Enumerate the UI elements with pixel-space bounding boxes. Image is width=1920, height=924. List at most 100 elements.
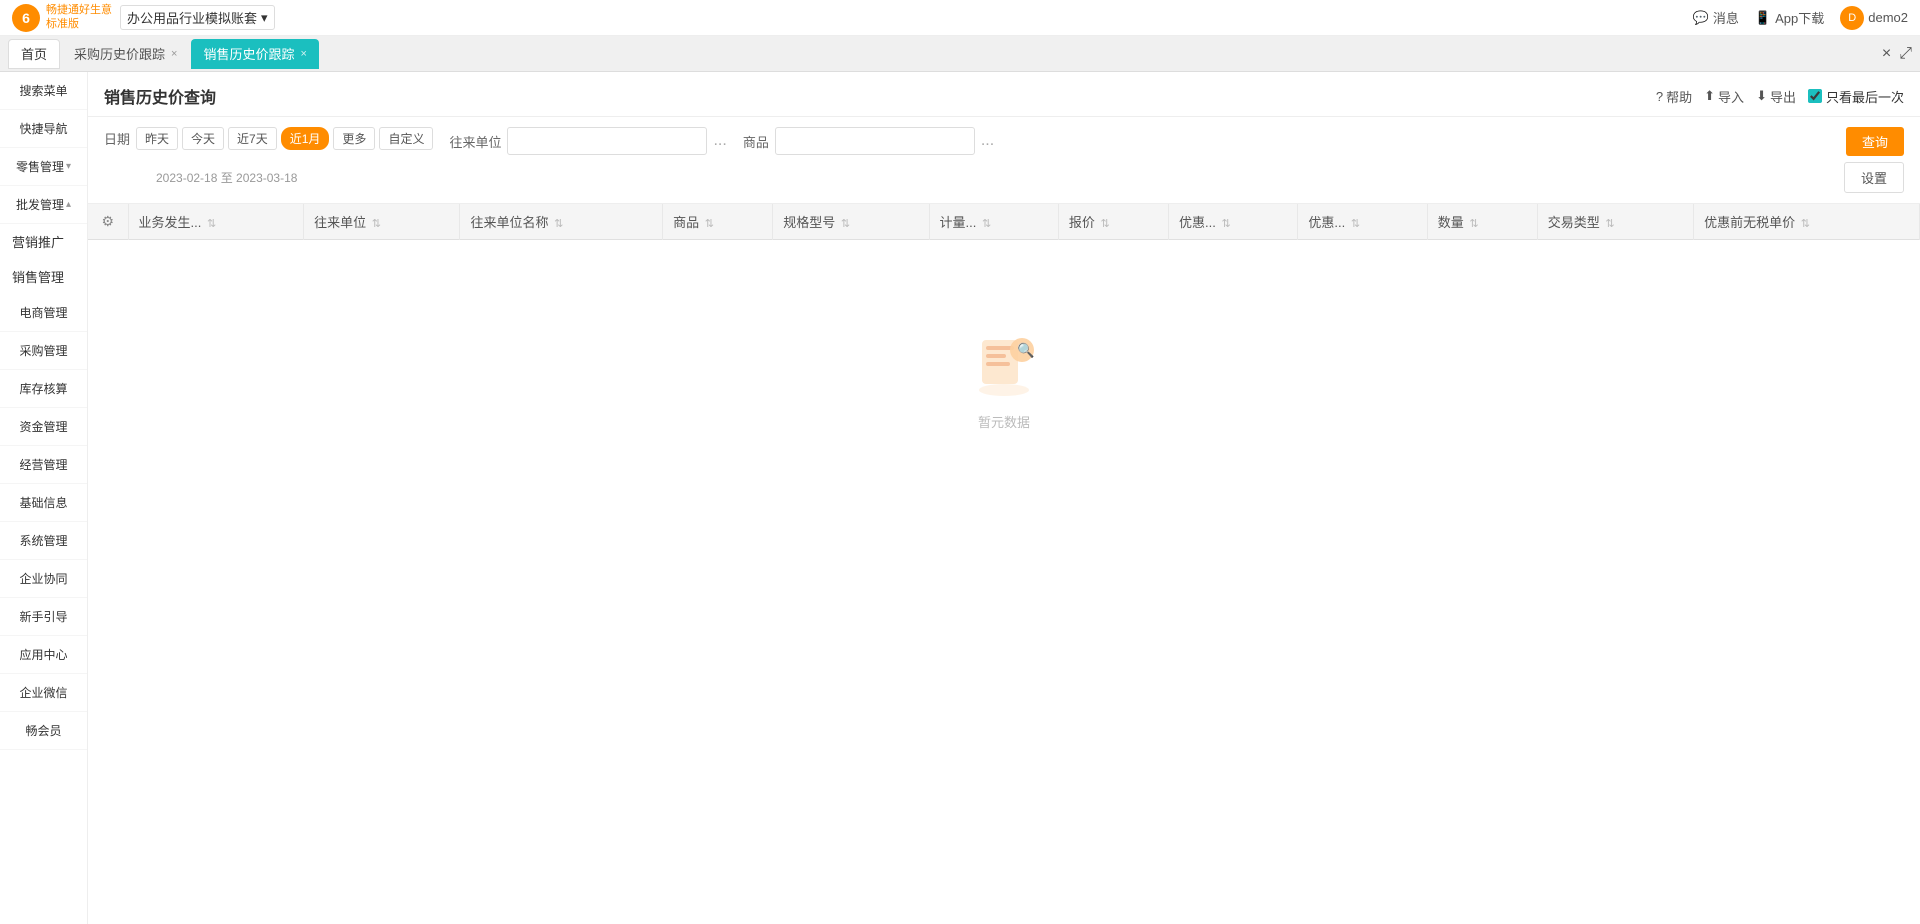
sort-icon: ⇅ — [1101, 218, 1110, 230]
date-btn-more[interactable]: 更多 — [333, 127, 375, 150]
sidebar-item-inventory[interactable]: 库存核算 — [0, 370, 87, 408]
th-discount1[interactable]: 优惠... ⇅ — [1168, 204, 1297, 240]
import-button[interactable]: ⬆ 导入 — [1704, 87, 1744, 106]
product-dots-button[interactable]: ... — [981, 132, 994, 150]
th-spec[interactable]: 规格型号 ⇅ — [773, 204, 929, 240]
date-filter-group: 日期 昨天 今天 近7天 近1月 更多 自定义 — [104, 127, 433, 150]
only-last-checkbox-area: 只看最后一次 — [1808, 87, 1904, 106]
export-button[interactable]: ⬇ 导出 — [1756, 87, 1796, 106]
filter-row-1: 日期 昨天 今天 近7天 近1月 更多 自定义 往来单位 ... 商品 ... — [88, 117, 1920, 156]
product-filter-group: 商品 ... — [743, 127, 994, 155]
sidebar: 搜索菜单 快捷导航 零售管理 ▾ 批发管理 ▴ 营销推广 销售管理 电商管理 采… — [0, 72, 88, 924]
product-input[interactable] — [775, 127, 975, 155]
tab-maximize-button[interactable]: ⤢ — [1899, 45, 1912, 63]
tab-sales-close[interactable]: × — [300, 48, 306, 60]
table-container: ⚙ 业务发生... ⇅ 往来单位 ⇅ 往来单位名称 ⇅ — [88, 204, 1920, 924]
top-bar-right: 💬 消息 📱 App下载 D demo2 — [1693, 6, 1908, 30]
sort-icon: ⇅ — [207, 218, 216, 230]
chevron-down-icon: ▾ — [66, 161, 71, 172]
partner-dots-button[interactable]: ... — [713, 132, 726, 150]
export-icon: ⬇ — [1756, 88, 1767, 104]
tab-bar-right: × ⤢ — [1882, 45, 1912, 63]
th-unit[interactable]: 计量... ⇅ — [929, 204, 1058, 240]
title-actions: ? 帮助 ⬆ 导入 ⬇ 导出 只看最后一次 — [1656, 87, 1904, 106]
app-download-button[interactable]: 📱 App下载 — [1755, 8, 1824, 27]
product-label: 商品 — [743, 132, 769, 151]
th-settings[interactable]: ⚙ — [88, 204, 128, 240]
date-btn-today[interactable]: 今天 — [182, 127, 224, 150]
logo-icon: 6 — [12, 4, 40, 32]
partner-input[interactable] — [507, 127, 707, 155]
message-button[interactable]: 💬 消息 — [1693, 8, 1739, 27]
th-product[interactable]: 商品 ⇅ — [663, 204, 773, 240]
sidebar-item-purchase[interactable]: 采购管理 — [0, 332, 87, 370]
date-btn-yesterday[interactable]: 昨天 — [136, 127, 178, 150]
tab-purchase[interactable]: 采购历史价跟踪 × — [62, 39, 189, 69]
th-partner-code[interactable]: 往来单位 ⇅ — [304, 204, 460, 240]
import-icon: ⬆ — [1704, 88, 1715, 104]
sidebar-item-sales-mgmt[interactable]: 销售管理 — [0, 259, 87, 294]
sort-icon: ⇅ — [982, 218, 991, 230]
tab-home[interactable]: 首页 — [8, 39, 60, 69]
tab-close-all-button[interactable]: × — [1882, 45, 1891, 63]
only-last-checkbox[interactable] — [1808, 89, 1822, 103]
sidebar-item-enterprise[interactable]: 企业协同 — [0, 560, 87, 598]
th-price[interactable]: 报价 ⇅ — [1058, 204, 1168, 240]
sidebar-label-search-menu: 搜索菜单 — [19, 82, 67, 99]
empty-text: 暂元数据 — [978, 412, 1030, 431]
th-discount2[interactable]: 优惠... ⇅ — [1298, 204, 1427, 240]
sort-icon: ⇅ — [1469, 218, 1478, 230]
top-bar-left: 6 畅捷通好生意 标准版 办公用品行业模拟账套 ▾ — [12, 4, 275, 32]
th-partner-name[interactable]: 往来单位名称 ⇅ — [460, 204, 663, 240]
table-header-row: ⚙ 业务发生... ⇅ 往来单位 ⇅ 往来单位名称 ⇅ — [88, 204, 1920, 240]
sidebar-item-retail[interactable]: 零售管理 ▾ — [0, 148, 87, 186]
tab-purchase-close[interactable]: × — [171, 48, 177, 60]
sidebar-item-wholesale[interactable]: 批发管理 ▴ — [0, 186, 87, 224]
date-btn-last1month[interactable]: 近1月 — [281, 127, 330, 150]
sidebar-item-ecommerce[interactable]: 电商管理 — [0, 294, 87, 332]
sidebar-item-member[interactable]: 畅会员 — [0, 712, 87, 750]
sidebar-item-search-menu[interactable]: 搜索菜单 — [0, 72, 87, 110]
date-btn-last7days[interactable]: 近7天 — [228, 127, 277, 150]
th-trade-type[interactable]: 交易类型 ⇅ — [1537, 204, 1693, 240]
th-biz-date[interactable]: 业务发生... ⇅ — [128, 204, 304, 240]
top-bar: 6 畅捷通好生意 标准版 办公用品行业模拟账套 ▾ 💬 消息 📱 App下载 D… — [0, 0, 1920, 36]
query-button[interactable]: 查询 — [1846, 127, 1904, 156]
date-btn-custom[interactable]: 自定义 — [379, 127, 433, 150]
settings-button[interactable]: 设置 — [1844, 162, 1904, 193]
date-label: 日期 — [104, 129, 130, 148]
empty-icon: 🔍 — [964, 320, 1044, 400]
logo-text: 畅捷通好生意 标准版 — [46, 4, 112, 30]
sidebar-item-quick-nav[interactable]: 快捷导航 — [0, 110, 87, 148]
only-last-label: 只看最后一次 — [1826, 87, 1904, 106]
empty-state: 🔍 暂元数据 — [88, 240, 1920, 511]
sort-icon: ⇅ — [841, 218, 850, 230]
sidebar-item-app-center[interactable]: 应用中心 — [0, 636, 87, 674]
sidebar-item-operations[interactable]: 经营管理 — [0, 446, 87, 484]
sidebar-item-system[interactable]: 系统管理 — [0, 522, 87, 560]
th-quantity[interactable]: 数量 ⇅ — [1427, 204, 1537, 240]
app-selector[interactable]: 办公用品行业模拟账套 ▾ — [120, 5, 275, 30]
sort-icon: ⇅ — [1605, 218, 1614, 230]
sidebar-item-wechat[interactable]: 企业微信 — [0, 674, 87, 712]
user-area[interactable]: D demo2 — [1840, 6, 1908, 30]
sort-icon: ⇅ — [1801, 218, 1810, 230]
sidebar-label-retail: 零售管理 — [16, 158, 64, 175]
download-icon: 📱 — [1755, 10, 1771, 26]
tab-sales[interactable]: 销售历史价跟踪 × — [191, 39, 318, 69]
content-panel: 销售历史价查询 ? 帮助 ⬆ 导入 ⬇ 导出 只看最后一次 — [88, 72, 1920, 924]
sidebar-item-finance[interactable]: 资金管理 — [0, 408, 87, 446]
sort-icon: ⇅ — [1221, 218, 1230, 230]
sidebar-item-guide[interactable]: 新手引导 — [0, 598, 87, 636]
chevron-up-icon: ▴ — [66, 199, 71, 210]
partner-filter-group: 往来单位 ... — [449, 127, 726, 155]
help-button[interactable]: ? 帮助 — [1656, 87, 1692, 106]
question-icon: ? — [1656, 89, 1663, 104]
sidebar-item-basic-info[interactable]: 基础信息 — [0, 484, 87, 522]
message-icon: 💬 — [1693, 10, 1709, 26]
th-pretax-price[interactable]: 优惠前无税单价 ⇅ — [1694, 204, 1920, 240]
sidebar-item-marketing[interactable]: 营销推广 — [0, 224, 87, 259]
tab-bar: 首页 采购历史价跟踪 × 销售历史价跟踪 × × ⤢ — [0, 36, 1920, 72]
date-range-text: 2023-02-18 至 2023-03-18 — [156, 169, 297, 186]
page-title: 销售历史价查询 — [104, 84, 216, 108]
